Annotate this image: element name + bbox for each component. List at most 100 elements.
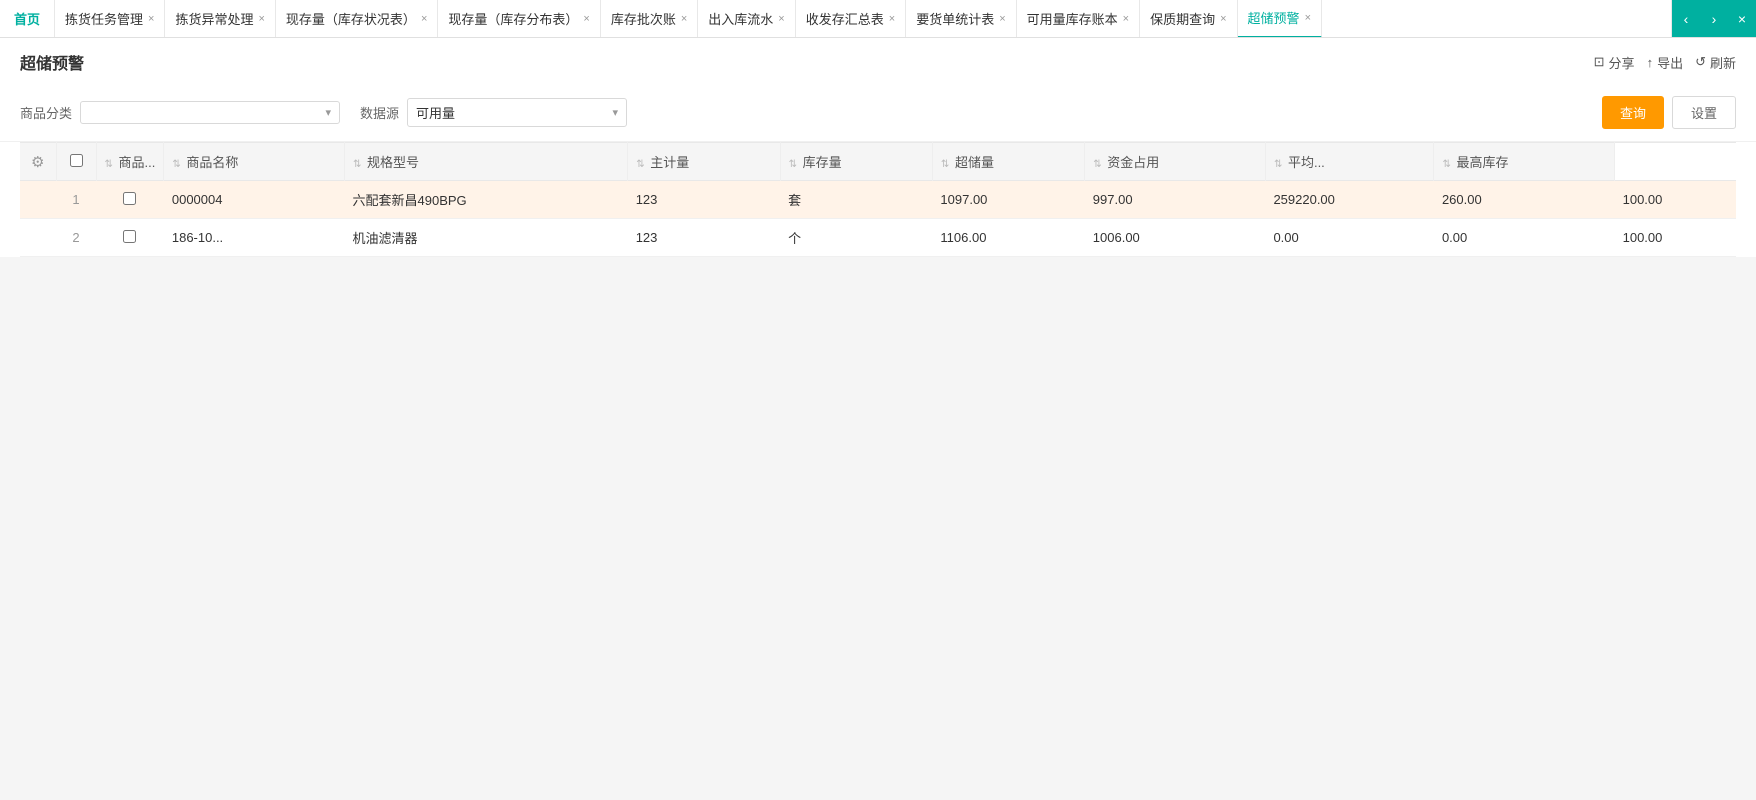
tab-close-icon[interactable]: × — [148, 13, 154, 25]
table-header-row: ⚙ ⇅ 商品... ⇅ 商品名称 ⇅ 规格型号 ⇅ — [20, 143, 1736, 181]
tab-close-icon[interactable]: × — [1305, 12, 1311, 24]
sort-icon: ⇅ — [105, 159, 113, 170]
row-product-code: 0000004 — [164, 181, 345, 219]
category-label: 商品分类 — [20, 103, 72, 122]
tab-receive-send[interactable]: 收发存汇总表 × — [796, 0, 906, 38]
page-header: 超储预警 ⊡ 分享 ↑ 导出 ↺ 刷新 — [0, 38, 1756, 84]
tab-close-icon[interactable]: × — [583, 13, 589, 25]
col-header-capital: ⇅ 资金占用 — [1085, 143, 1266, 181]
row-checkbox[interactable] — [123, 192, 136, 205]
tab-nav-more[interactable]: × — [1728, 0, 1756, 38]
tab-nav-next[interactable]: › — [1700, 0, 1728, 38]
col-header-product-code: ⇅ 商品... — [96, 143, 164, 181]
tab-overstock-warning[interactable]: 超储预警 × — [1238, 0, 1322, 38]
row-stock: 1097.00 — [932, 181, 1084, 219]
tab-close-icon[interactable]: × — [681, 13, 687, 25]
tab-inventory-dist[interactable]: 现存量（库存分布表） × — [438, 0, 600, 38]
export-button[interactable]: ↑ 导出 — [1647, 53, 1684, 72]
sort-icon: ⇅ — [353, 159, 361, 170]
filter-area: 商品分类 ▾ 数据源 可用量 ▾ 查询 设置 — [0, 84, 1756, 142]
gear-header[interactable]: ⚙ — [20, 143, 56, 181]
datasource-label: 数据源 — [360, 103, 399, 122]
tab-close-icon[interactable]: × — [889, 13, 895, 25]
table-container: ⚙ ⇅ 商品... ⇅ 商品名称 ⇅ 规格型号 ⇅ — [0, 142, 1756, 257]
row-gear-cell — [20, 181, 56, 219]
tab-pick-abnormal[interactable]: 拣货异常处理 × — [165, 0, 275, 38]
tab-close-icon[interactable]: × — [999, 13, 1005, 25]
datasource-select-value: 可用量 — [416, 103, 455, 122]
datasource-dropdown-icon: ▾ — [613, 106, 619, 119]
tab-close-icon[interactable]: × — [1123, 13, 1129, 25]
row-overstock: 997.00 — [1085, 181, 1266, 219]
category-select[interactable]: ▾ — [80, 101, 340, 124]
row-product-code: 186-10... — [164, 219, 345, 257]
row-product-name: 六配套新昌490BPG — [345, 181, 628, 219]
row-unit: 套 — [780, 181, 932, 219]
row-avg: 260.00 — [1434, 181, 1615, 219]
tab-close-icon[interactable]: × — [778, 13, 784, 25]
col-header-unit: ⇅ 主计量 — [628, 143, 780, 181]
col-header-overstock: ⇅ 超储量 — [932, 143, 1084, 181]
topbar: 首页 拣货任务管理 × 拣货异常处理 × 现存量（库存状况表） × 现存量（库存… — [0, 0, 1756, 38]
category-dropdown-icon: ▾ — [325, 106, 331, 119]
tab-close-icon[interactable]: × — [421, 13, 427, 25]
filter-buttons: 查询 设置 — [1602, 96, 1736, 129]
sort-icon: ⇅ — [1093, 159, 1101, 170]
row-checkbox-cell[interactable] — [96, 219, 164, 257]
row-number: 2 — [56, 219, 96, 257]
tab-stock-batch[interactable]: 库存批次账 × — [601, 0, 698, 38]
row-capital: 0.00 — [1265, 219, 1434, 257]
refresh-button[interactable]: ↺ 刷新 — [1695, 53, 1736, 72]
page-title: 超储预警 — [20, 50, 84, 74]
col-header-avg: ⇅ 平均... — [1265, 143, 1434, 181]
row-checkbox[interactable] — [123, 230, 136, 243]
datasource-select[interactable]: 可用量 ▾ — [407, 98, 627, 127]
query-button[interactable]: 查询 — [1602, 96, 1664, 129]
page-actions: ⊡ 分享 ↑ 导出 ↺ 刷新 — [1594, 53, 1736, 72]
col-header-spec: ⇅ 规格型号 — [345, 143, 628, 181]
table-row: 2 186-10... 机油滤清器 123 个 1106.00 1006.00 … — [20, 219, 1736, 257]
setting-button[interactable]: 设置 — [1672, 96, 1736, 129]
tab-close-icon[interactable]: × — [1220, 13, 1226, 25]
refresh-icon: ↺ — [1695, 54, 1706, 70]
table-row: 1 0000004 六配套新昌490BPG 123 套 1097.00 997.… — [20, 181, 1736, 219]
col-header-max-stock: ⇅ 最高库存 — [1434, 143, 1615, 181]
row-checkbox-cell[interactable] — [96, 181, 164, 219]
row-stock: 1106.00 — [932, 219, 1084, 257]
row-max-stock: 100.00 — [1615, 219, 1736, 257]
tab-nav-buttons: ‹ › × — [1671, 0, 1756, 38]
datasource-filter-group: 数据源 可用量 ▾ — [360, 98, 627, 127]
checkbox-header[interactable] — [56, 143, 96, 181]
col-header-product-name: ⇅ 商品名称 — [164, 143, 345, 181]
tab-expiry-query[interactable]: 保质期查询 × — [1140, 0, 1237, 38]
sort-icon: ⇅ — [789, 159, 797, 170]
share-button[interactable]: ⊡ 分享 — [1594, 53, 1635, 72]
tab-pick-task[interactable]: 拣货任务管理 × — [55, 0, 165, 38]
row-spec: 123 — [628, 219, 780, 257]
tab-close-icon[interactable]: × — [258, 13, 264, 25]
col-header-stock: ⇅ 库存量 — [780, 143, 932, 181]
select-all-checkbox[interactable] — [70, 154, 83, 167]
tab-inventory-status[interactable]: 现存量（库存状况表） × — [276, 0, 438, 38]
row-gear-cell — [20, 219, 56, 257]
row-spec: 123 — [628, 181, 780, 219]
tab-available-stock[interactable]: 可用量库存账本 × — [1017, 0, 1140, 38]
sort-icon: ⇅ — [636, 159, 644, 170]
row-capital: 259220.00 — [1265, 181, 1434, 219]
sort-icon: ⇅ — [1274, 159, 1282, 170]
tab-inout-flow[interactable]: 出入库流水 × — [698, 0, 795, 38]
export-icon: ↑ — [1647, 55, 1654, 70]
tab-nav-prev[interactable]: ‹ — [1672, 0, 1700, 38]
gear-header-icon: ⚙ — [31, 154, 44, 171]
row-number: 1 — [56, 181, 96, 219]
tab-requisition[interactable]: 要货单统计表 × — [906, 0, 1016, 38]
home-tab[interactable]: 首页 — [0, 0, 55, 38]
sort-icon: ⇅ — [1442, 159, 1450, 170]
row-avg: 0.00 — [1434, 219, 1615, 257]
row-max-stock: 100.00 — [1615, 181, 1736, 219]
share-icon: ⊡ — [1594, 54, 1605, 70]
overstock-table: ⚙ ⇅ 商品... ⇅ 商品名称 ⇅ 规格型号 ⇅ — [20, 142, 1736, 257]
row-overstock: 1006.00 — [1085, 219, 1266, 257]
sort-icon: ⇅ — [941, 159, 949, 170]
row-unit: 个 — [780, 219, 932, 257]
